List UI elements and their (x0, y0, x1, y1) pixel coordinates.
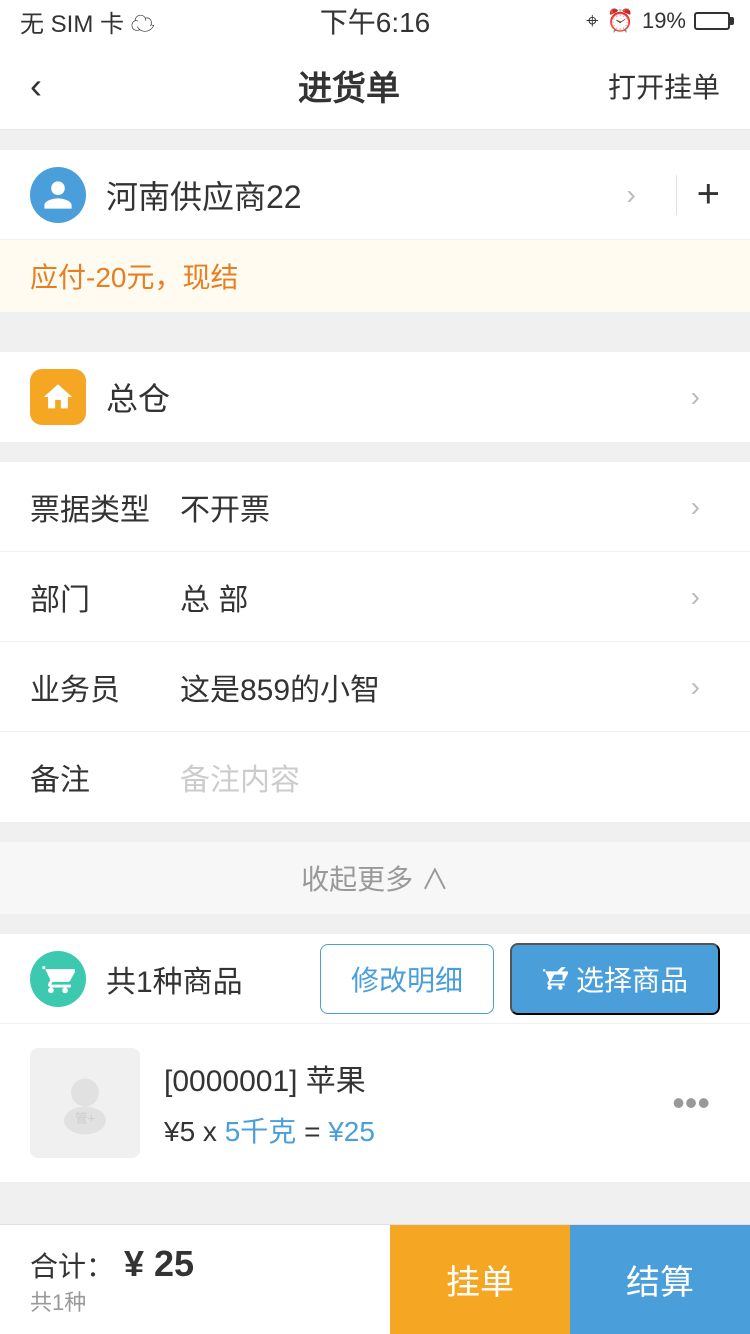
invoice-value: 不开票 (180, 485, 691, 529)
product-section: 共1种商品 修改明细 选择商品 管+ [000000 (0, 934, 750, 1182)
remark-label: 备注 (30, 755, 160, 799)
status-bar-right: ⌖ ⏰ 19% (586, 8, 730, 34)
total-sub: 共1种 (30, 1285, 360, 1317)
qty-value: 5千克 (225, 1116, 297, 1147)
home-icon (41, 380, 75, 414)
invoice-row[interactable]: 票据类型 不开票 › (0, 462, 750, 552)
divider-2 (0, 312, 750, 332)
product-price: ¥5 x 5千克 = ¥25 (164, 1110, 662, 1150)
remark-row[interactable]: 备注 备注内容 (0, 732, 750, 822)
sim-status: 无 SIM 卡 ☁ (20, 4, 155, 39)
sales-row[interactable]: 业务员 这是859的小智 › (0, 642, 750, 732)
status-bar: 无 SIM 卡 ☁ 下午6:16 ⌖ ⏰ 19% (0, 0, 750, 42)
dept-value: 总 部 (180, 575, 691, 619)
battery-percent: 19% (642, 8, 686, 34)
status-bar-time: 下午6:16 (320, 1, 431, 41)
add-supplier-button[interactable]: + (697, 172, 720, 217)
total-text: 合计： (30, 1245, 114, 1285)
back-button[interactable]: ‹ (30, 65, 90, 107)
equals: = (304, 1116, 328, 1147)
sales-chevron: › (691, 671, 700, 703)
sales-label: 业务员 (30, 665, 160, 709)
total-amount: ¥ 25 (124, 1243, 194, 1285)
warehouse-chevron: › (691, 381, 700, 413)
select-product-icon (542, 966, 568, 992)
sales-value: 这是859的小智 (180, 665, 691, 709)
open-hang-button[interactable]: 打开挂单 (608, 66, 720, 106)
supplier-chevron: › (626, 179, 635, 211)
total-value: ¥25 (328, 1116, 375, 1147)
warehouse-section: 总仓 › (0, 352, 750, 442)
remark-input[interactable]: 备注内容 (180, 755, 720, 799)
supplier-row[interactable]: 河南供应商22 › + (0, 150, 750, 240)
dept-row[interactable]: 部门 总 部 › (0, 552, 750, 642)
hang-button[interactable]: 挂单 (390, 1225, 570, 1334)
product-name: [0000001] 苹果 (164, 1056, 662, 1100)
product-header: 共1种商品 修改明细 选择商品 (0, 934, 750, 1024)
person-icon (41, 178, 75, 212)
info-banner: 应付-20元，现结 (0, 240, 750, 312)
content-area: 河南供应商22 › + 应付-20元，现结 总仓 › 票据类型 不开票 › 部门 (0, 130, 750, 1302)
product-thumb-icon: 管+ (50, 1068, 120, 1138)
dept-label: 部门 (30, 575, 160, 619)
page-title: 进货单 (298, 61, 400, 110)
supplier-name: 河南供应商22 (106, 172, 626, 218)
alarm-icon: ⏰ (607, 8, 634, 34)
collapse-label: 收起更多 ∧ (301, 858, 449, 898)
supplier-avatar (30, 167, 86, 223)
invoice-label: 票据类型 (30, 485, 160, 529)
edit-detail-button[interactable]: 修改明细 (320, 944, 494, 1014)
select-product-button[interactable]: 选择商品 (510, 943, 720, 1015)
warehouse-name: 总仓 (106, 374, 691, 420)
collapse-row[interactable]: 收起更多 ∧ (0, 842, 750, 914)
price-value: ¥5 x (164, 1116, 225, 1147)
cart-icon (41, 962, 75, 996)
product-count: 共1种商品 (106, 957, 320, 1001)
total-label: 合计： ¥ 25 (30, 1243, 360, 1285)
product-thumbnail: 管+ (30, 1048, 140, 1158)
bottom-bar: 合计： ¥ 25 共1种 挂单 结算 (0, 1224, 750, 1334)
checkout-button[interactable]: 结算 (570, 1225, 750, 1334)
nav-bar: ‹ 进货单 打开挂单 (0, 42, 750, 130)
select-product-label: 选择商品 (576, 959, 688, 999)
warehouse-icon (30, 369, 86, 425)
product-icon (30, 951, 86, 1007)
status-bar-left: 无 SIM 卡 ☁ (20, 4, 155, 39)
form-section: 票据类型 不开票 › 部门 总 部 › 业务员 这是859的小智 › 备注 备注… (0, 462, 750, 822)
battery-icon (694, 12, 730, 30)
dept-chevron: › (691, 581, 700, 613)
product-item: 管+ [0000001] 苹果 ¥5 x 5千克 = ¥25 ••• (0, 1024, 750, 1182)
warehouse-row[interactable]: 总仓 › (0, 352, 750, 442)
supplier-divider (676, 175, 677, 215)
invoice-chevron: › (691, 491, 700, 523)
product-code: [0000001] 苹果 (164, 1065, 366, 1098)
divider-1 (0, 130, 750, 150)
product-info: [0000001] 苹果 ¥5 x 5千克 = ¥25 (164, 1056, 662, 1150)
location-icon: ⌖ (586, 8, 598, 34)
supplier-section: 河南供应商22 › + 应付-20元，现结 (0, 150, 750, 312)
total-section: 合计： ¥ 25 共1种 (0, 1243, 390, 1317)
svg-text:管+: 管+ (75, 1112, 95, 1126)
product-more-button[interactable]: ••• (662, 1072, 720, 1134)
